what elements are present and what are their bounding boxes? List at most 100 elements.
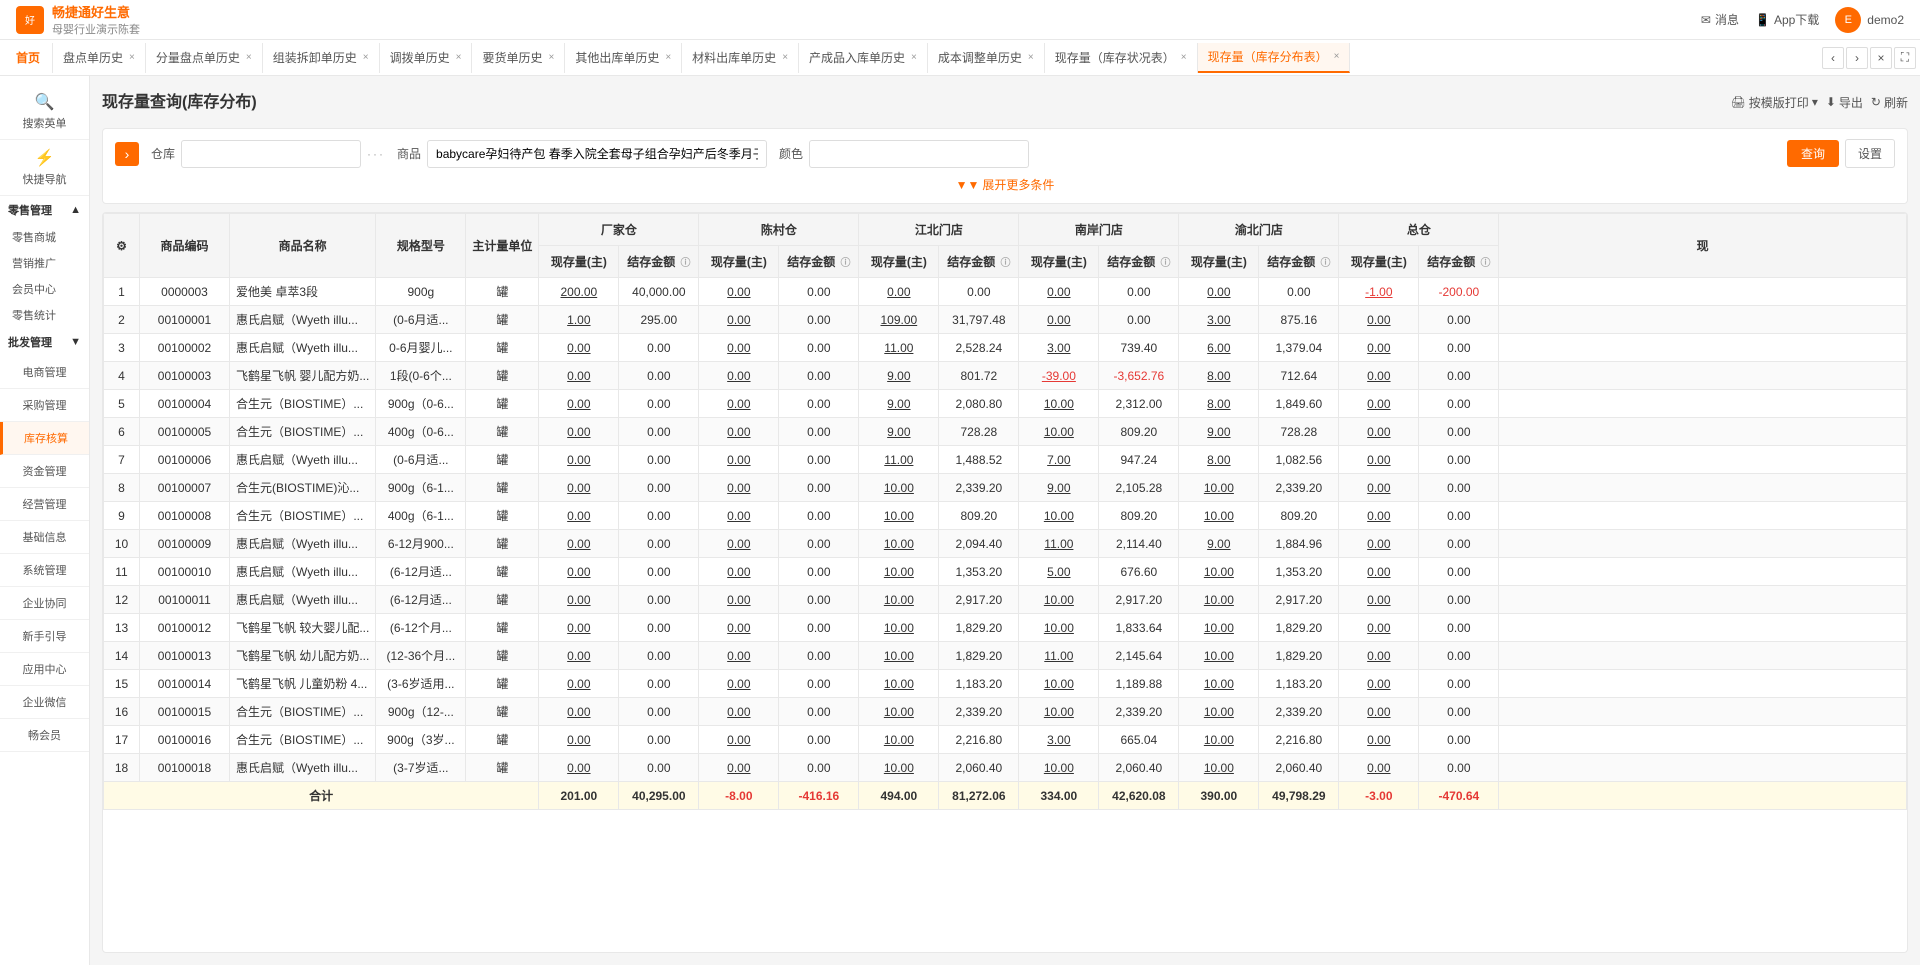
sidebar-item-search[interactable]: 🔍 搜索英单 — [0, 84, 89, 140]
cell-yuebei-stock[interactable]: 10.00 — [1179, 614, 1259, 642]
cell-jiangbei-stock[interactable]: 9.00 — [859, 418, 939, 446]
cell-yuebei-stock[interactable]: 10.00 — [1179, 670, 1259, 698]
cell-total-stock[interactable]: 0.00 — [1339, 446, 1419, 474]
tab-clck[interactable]: 材料出库单历史 × — [682, 43, 799, 73]
cell-nanan-stock[interactable]: 11.00 — [1019, 530, 1099, 558]
cell-jiangbei-stock[interactable]: 9.00 — [859, 362, 939, 390]
th-settings[interactable]: ⚙ — [104, 214, 140, 278]
cell-jiangbei-stock[interactable]: 11.00 — [859, 446, 939, 474]
tab-next-btn[interactable]: › — [1846, 47, 1868, 69]
settings-btn[interactable]: 设置 — [1845, 139, 1895, 168]
close-icon[interactable]: × — [1181, 52, 1187, 63]
refresh-btn[interactable]: ↻ 刷新 — [1871, 94, 1908, 111]
info-icon[interactable]: ⓘ — [681, 258, 691, 269]
export-btn[interactable]: ⬇ 导出 — [1826, 94, 1863, 111]
cell-chenshi-stock[interactable]: 0.00 — [699, 446, 779, 474]
cell-jiangbei-stock[interactable]: 10.00 — [859, 474, 939, 502]
cell-yuebei-stock[interactable]: 0.00 — [1179, 278, 1259, 306]
close-icon[interactable]: × — [665, 52, 671, 63]
cell-chenshi-stock[interactable]: 0.00 — [699, 614, 779, 642]
sidebar-sub-member[interactable]: 会员中心 — [0, 276, 89, 302]
cell-total-stock[interactable]: 0.00 — [1339, 614, 1419, 642]
cell-yuebei-stock[interactable]: 10.00 — [1179, 642, 1259, 670]
cell-chenshi-stock[interactable]: 0.00 — [699, 530, 779, 558]
cell-total-stock[interactable]: 0.00 — [1339, 754, 1419, 782]
tab-expand-btn[interactable]: ⛶ — [1894, 47, 1916, 69]
cell-nanan-stock[interactable]: 7.00 — [1019, 446, 1099, 474]
tab-fenpandian[interactable]: 分量盘点单历史 × — [146, 43, 263, 73]
cell-jiangbei-stock[interactable]: 10.00 — [859, 502, 939, 530]
cell-chenshi-stock[interactable]: 0.00 — [699, 586, 779, 614]
cell-yuebei-stock[interactable]: 8.00 — [1179, 362, 1259, 390]
cell-yuebei-stock[interactable]: 10.00 — [1179, 754, 1259, 782]
cell-jiangbei-stock[interactable]: 10.00 — [859, 642, 939, 670]
sidebar-sub-mktg[interactable]: 营销推广 — [0, 250, 89, 276]
tab-home[interactable]: 首页 — [4, 43, 53, 73]
close-icon[interactable]: × — [363, 52, 369, 63]
cell-nanan-stock[interactable]: -39.00 — [1019, 362, 1099, 390]
cell-jiangbei-stock[interactable]: 10.00 — [859, 614, 939, 642]
cell-total-stock[interactable]: 0.00 — [1339, 670, 1419, 698]
color-input[interactable] — [809, 140, 1029, 168]
sidebar-item-system[interactable]: 系统管理 — [0, 554, 89, 587]
close-icon[interactable]: × — [782, 52, 788, 63]
cell-nanan-stock[interactable]: 10.00 — [1019, 418, 1099, 446]
cell-chenshi-stock[interactable]: 0.00 — [699, 474, 779, 502]
cell-chenshi-stock[interactable]: 0.00 — [699, 390, 779, 418]
cell-chenshi-stock[interactable]: 0.00 — [699, 726, 779, 754]
tab-chengp[interactable]: 产成品入库单历史 × — [799, 43, 928, 73]
cell-total-stock[interactable]: 0.00 — [1339, 726, 1419, 754]
sidebar-item-quicknav[interactable]: ⚡ 快捷导航 — [0, 140, 89, 196]
cell-chenshi-stock[interactable]: 0.00 — [699, 362, 779, 390]
cell-chenshi-stock[interactable]: 0.00 — [699, 278, 779, 306]
cell-jiangbei-stock[interactable]: 10.00 — [859, 698, 939, 726]
cell-factory-stock[interactable]: 0.00 — [539, 558, 619, 586]
cell-nanan-stock[interactable]: 11.00 — [1019, 642, 1099, 670]
cell-factory-stock[interactable]: 0.00 — [539, 362, 619, 390]
close-icon[interactable]: × — [1334, 51, 1340, 62]
cell-yuebei-stock[interactable]: 10.00 — [1179, 726, 1259, 754]
sidebar-item-guide[interactable]: 新手引导 — [0, 620, 89, 653]
info-icon[interactable]: ⓘ — [1001, 258, 1011, 269]
warehouse-dots[interactable]: ··· — [367, 147, 385, 161]
info-icon[interactable]: ⓘ — [1481, 258, 1491, 269]
cell-chenshi-stock[interactable]: 0.00 — [699, 670, 779, 698]
cell-nanan-stock[interactable]: 10.00 — [1019, 670, 1099, 698]
sidebar-item-vip[interactable]: 畅会员 — [0, 719, 89, 752]
cell-total-stock[interactable]: 0.00 — [1339, 502, 1419, 530]
cell-factory-stock[interactable]: 0.00 — [539, 418, 619, 446]
cell-total-stock[interactable]: 0.00 — [1339, 698, 1419, 726]
cell-total-stock[interactable]: 0.00 — [1339, 474, 1419, 502]
info-icon[interactable]: ⓘ — [841, 258, 851, 269]
warehouse-input[interactable] — [181, 140, 361, 168]
sidebar-item-ecommerce[interactable]: 电商管理 — [0, 356, 89, 389]
sidebar-item-operations[interactable]: 经营管理 — [0, 488, 89, 521]
sidebar-item-inventory[interactable]: 库存核算 — [0, 422, 89, 455]
sidebar-item-weixin[interactable]: 企业微信 — [0, 686, 89, 719]
close-icon[interactable]: × — [129, 52, 135, 63]
tab-yaohuo[interactable]: 要货单历史 × — [472, 43, 565, 73]
cell-yuebei-stock[interactable]: 10.00 — [1179, 558, 1259, 586]
message-btn[interactable]: ✉ 消息 — [1701, 11, 1739, 28]
cell-factory-stock[interactable]: 0.00 — [539, 670, 619, 698]
cell-factory-stock[interactable]: 0.00 — [539, 642, 619, 670]
cell-jiangbei-stock[interactable]: 10.00 — [859, 670, 939, 698]
sidebar-item-finance[interactable]: 资金管理 — [0, 455, 89, 488]
app-download-btn[interactable]: 📱 App下载 — [1755, 11, 1819, 28]
cell-jiangbei-stock[interactable]: 9.00 — [859, 390, 939, 418]
cell-nanan-stock[interactable]: 10.00 — [1019, 754, 1099, 782]
tab-cbtz[interactable]: 成本调整单历史 × — [928, 43, 1045, 73]
cell-total-stock[interactable]: 0.00 — [1339, 558, 1419, 586]
cell-factory-stock[interactable]: 0.00 — [539, 334, 619, 362]
cell-nanan-stock[interactable]: 0.00 — [1019, 278, 1099, 306]
sidebar-item-collab[interactable]: 企业协同 — [0, 587, 89, 620]
cell-chenshi-stock[interactable]: 0.00 — [699, 558, 779, 586]
cell-yuebei-stock[interactable]: 3.00 — [1179, 306, 1259, 334]
sidebar-item-basic[interactable]: 基础信息 — [0, 521, 89, 554]
cell-yuebei-stock[interactable]: 6.00 — [1179, 334, 1259, 362]
close-icon[interactable]: × — [246, 52, 252, 63]
tab-zuzhang[interactable]: 组装拆卸单历史 × — [263, 43, 380, 73]
cell-jiangbei-stock[interactable]: 109.00 — [859, 306, 939, 334]
cell-factory-stock[interactable]: 1.00 — [539, 306, 619, 334]
print-btn[interactable]: 🖨 按模版打印 ▾ — [1731, 94, 1818, 111]
